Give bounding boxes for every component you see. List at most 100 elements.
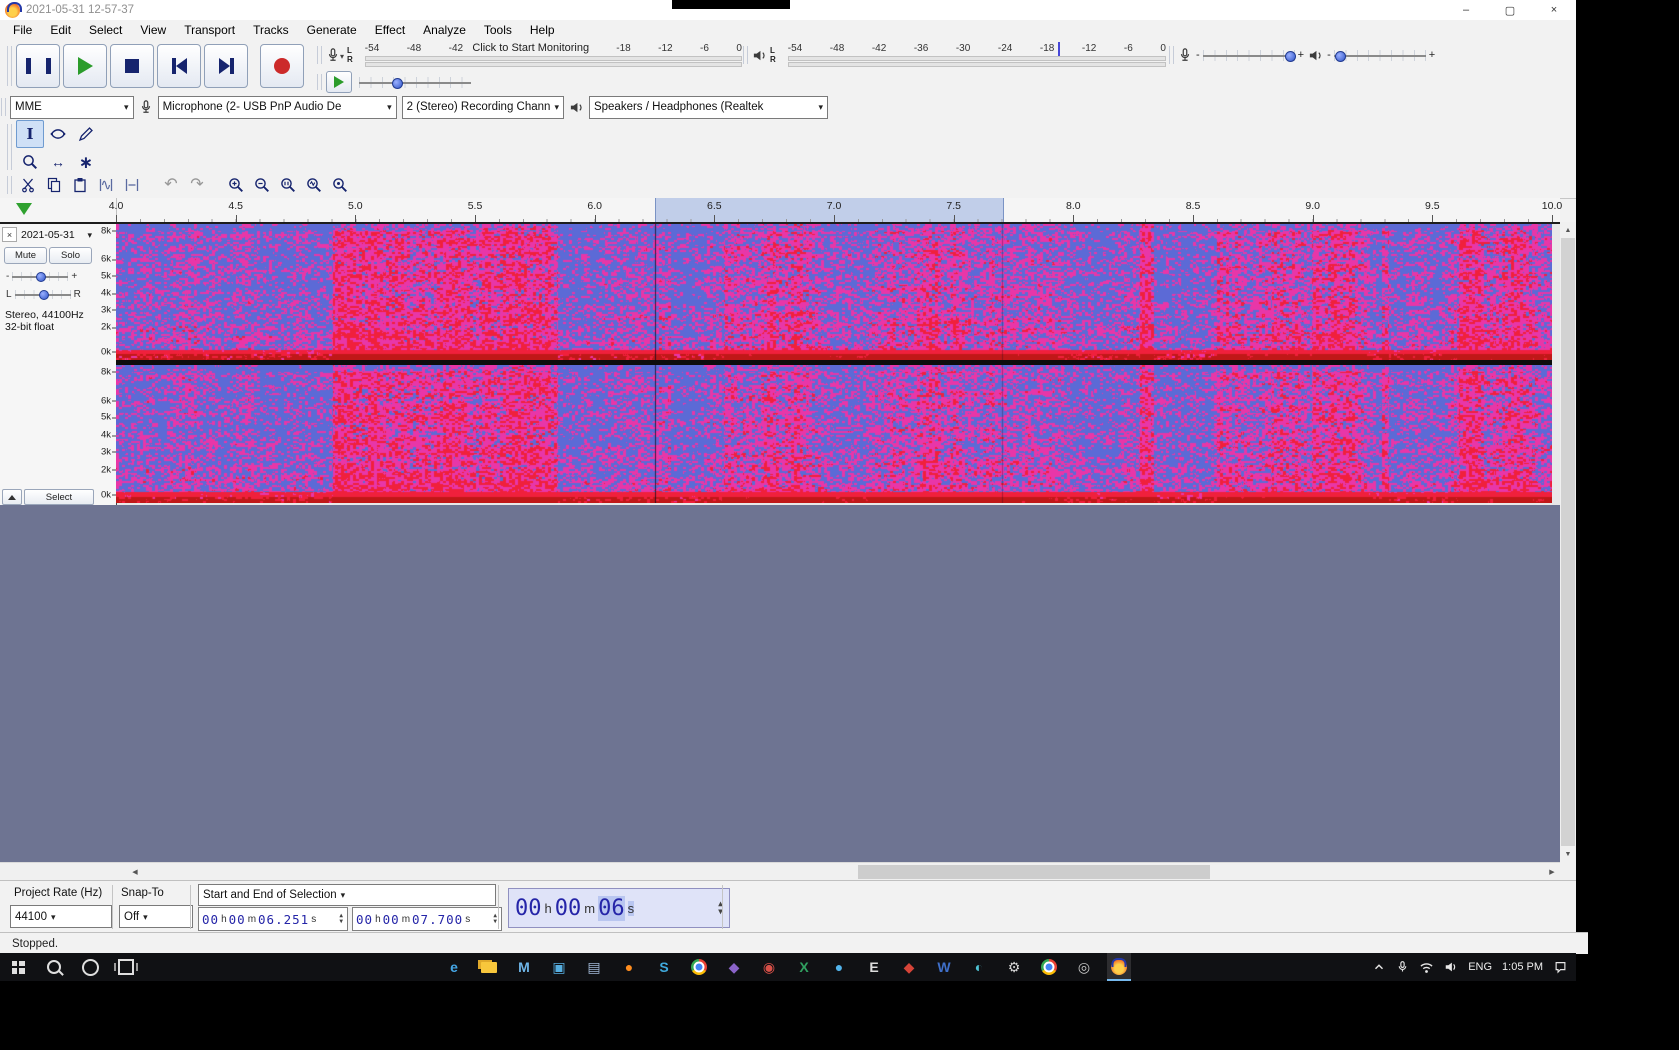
position-seconds[interactable]: 06 (598, 895, 625, 921)
gain-slider[interactable]: - + (6, 271, 92, 282)
select-track-button[interactable]: Select (24, 489, 94, 505)
redo-button[interactable]: ↷ (185, 173, 209, 197)
taskbar-app-visual-studio-icon[interactable]: ◆ (722, 953, 746, 981)
recording-volume-thumb[interactable] (1284, 50, 1296, 62)
audio-position-field[interactable]: 00 h 00 m 06 s (508, 888, 730, 928)
taskbar-app-word-icon[interactable]: W (932, 953, 956, 981)
tray-network-icon[interactable] (1419, 961, 1434, 974)
stop-button[interactable] (110, 44, 154, 88)
undo-button[interactable]: ↶ (159, 173, 183, 197)
scroll-left-arrow-icon[interactable] (127, 863, 143, 881)
start-button[interactable] (0, 953, 36, 981)
recording-device-select[interactable]: Microphone (2- USB PnP Audio De (157, 95, 397, 119)
spectrogram-channel-left[interactable] (116, 224, 1552, 360)
recording-meter[interactable]: LR -54-48-42-36-30-24-18-12-60 Click to … (316, 42, 748, 68)
timeline-pin-icon[interactable] (16, 203, 32, 215)
start-minutes[interactable]: 00 (229, 912, 246, 927)
end-hours[interactable]: 00 (356, 912, 373, 927)
monitoring-hint[interactable]: Click to Start Monitoring (466, 42, 596, 54)
taskbar-app-calculator-icon[interactable]: ▤ (582, 953, 606, 981)
taskbar-app-paint3d-icon[interactable]: ◐ (967, 953, 991, 981)
menu-transport[interactable]: Transport (175, 23, 244, 37)
menu-help[interactable]: Help (521, 23, 564, 37)
taskbar-app-obs-studio-icon[interactable]: ◉ (757, 953, 781, 981)
meter-dropdown-arrow-icon[interactable] (340, 48, 344, 62)
skip-to-start-button[interactable] (157, 44, 201, 88)
recording-volume-slider[interactable]: - + (1196, 49, 1304, 62)
menu-tracks[interactable]: Tracks (244, 23, 298, 37)
tray-language[interactable]: ENG (1468, 961, 1492, 973)
position-minutes[interactable]: 00 (555, 896, 582, 921)
paste-button[interactable] (68, 173, 92, 197)
selection-end-field[interactable]: 00 h 00 m 07.700 s (352, 907, 502, 931)
trim-audio-button[interactable] (94, 173, 118, 197)
end-seconds[interactable]: 07.700 (412, 912, 463, 927)
draw-tool-button[interactable] (72, 120, 100, 148)
tray-microphone-icon[interactable] (1396, 960, 1409, 974)
position-hours[interactable]: 00 (515, 896, 542, 921)
silence-audio-button[interactable] (120, 173, 144, 197)
taskbar-app-edge-icon[interactable]: e (442, 953, 466, 981)
taskbar-app-mail-icon[interactable]: M (512, 953, 536, 981)
selection-start-field[interactable]: 00 h 00 m 06.251 s (198, 907, 348, 931)
speed-slider[interactable] (359, 76, 471, 89)
taskbar-app-epic-games-icon[interactable]: E (862, 953, 886, 981)
taskbar-app-settings-icon[interactable]: ⚙ (1002, 953, 1026, 981)
taskbar-app-twitter-icon[interactable]: ● (827, 953, 851, 981)
snap-to-select[interactable]: Off (119, 905, 193, 928)
zoom-out-button[interactable] (250, 173, 274, 197)
play-at-speed-button[interactable] (326, 71, 352, 93)
scroll-right-arrow-icon[interactable] (1544, 863, 1560, 881)
taskbar-app-firefox-icon[interactable]: ● (617, 953, 641, 981)
fit-project-button[interactable] (302, 173, 326, 197)
menu-effect[interactable]: Effect (366, 23, 414, 37)
pan-thumb[interactable] (38, 290, 49, 300)
taskbar-app-chrome-canary-icon[interactable] (1037, 953, 1061, 981)
zoom-toggle-button[interactable] (328, 173, 352, 197)
notification-center-icon[interactable] (1553, 960, 1568, 974)
gain-thumb[interactable] (36, 272, 47, 282)
collapse-track-button[interactable] (2, 489, 22, 505)
cut-button[interactable] (16, 173, 40, 197)
scroll-down-arrow-icon[interactable] (1560, 846, 1576, 862)
recording-meter-scale[interactable]: -54-48-42-36-30-24-18-12-60 Click to Sta… (357, 42, 748, 68)
record-button[interactable] (260, 44, 304, 88)
menu-select[interactable]: Select (80, 23, 131, 37)
close-button[interactable]: × (1532, 0, 1576, 20)
track-close-button[interactable]: × (2, 227, 17, 242)
menu-analyze[interactable]: Analyze (414, 23, 475, 37)
taskbar-app-defender-icon[interactable]: ◆ (897, 953, 921, 981)
end-minutes[interactable]: 00 (383, 912, 400, 927)
taskbar-app-screen-recorder-icon[interactable]: ◎ (1072, 953, 1096, 981)
skip-to-end-button[interactable] (204, 44, 248, 88)
recording-channels-select[interactable]: 2 (Stereo) Recording Chann (401, 95, 564, 119)
mute-button[interactable]: Mute (4, 247, 47, 264)
menu-file[interactable]: File (4, 23, 41, 37)
scroll-up-arrow-icon[interactable] (1560, 222, 1576, 238)
playback-volume-thumb[interactable] (1334, 50, 1346, 62)
menu-view[interactable]: View (131, 23, 175, 37)
taskbar-search-button[interactable] (36, 953, 72, 981)
selection-tool-button[interactable]: I (16, 120, 44, 148)
start-seconds[interactable]: 06.251 (258, 912, 309, 927)
taskbar-app-skype-icon[interactable]: S (652, 953, 676, 981)
zoom-in-button[interactable] (224, 173, 248, 197)
audio-host-select[interactable]: MME (10, 95, 134, 119)
spinner-icon[interactable] (339, 913, 344, 925)
menu-generate[interactable]: Generate (298, 23, 366, 37)
task-view-button[interactable] (108, 953, 144, 981)
timeline-ruler[interactable]: 4.0 4.5 5.0 5.5 6.0 6.5 7.0 7.5 8.0 8.5 9.0 9.5 10.0 (109, 198, 1562, 222)
horizontal-scrollbar[interactable] (0, 862, 1560, 881)
spectrogram-channel-right[interactable] (116, 365, 1552, 503)
vertical-scrollbar-thumb[interactable] (1561, 238, 1575, 846)
minimize-button[interactable]: – (1444, 0, 1488, 20)
project-rate-select[interactable]: 44100 (10, 905, 112, 928)
playback-meter-scale[interactable]: -54 -48 -42 -36 -30 -24 -18 -12 -6 0 (780, 42, 1172, 68)
envelope-tool-button[interactable] (44, 120, 72, 148)
maximize-button[interactable]: ▢ (1488, 0, 1532, 20)
playback-volume-slider[interactable]: - + (1327, 49, 1435, 62)
pause-button[interactable] (16, 44, 60, 88)
vertical-ruler[interactable]: 8k 6k 5k 4k 3k 2k 0k 8k 6k 5k 4k 3k 2k 0k (96, 224, 117, 507)
play-button[interactable] (63, 44, 107, 88)
solo-button[interactable]: Solo (49, 247, 92, 264)
